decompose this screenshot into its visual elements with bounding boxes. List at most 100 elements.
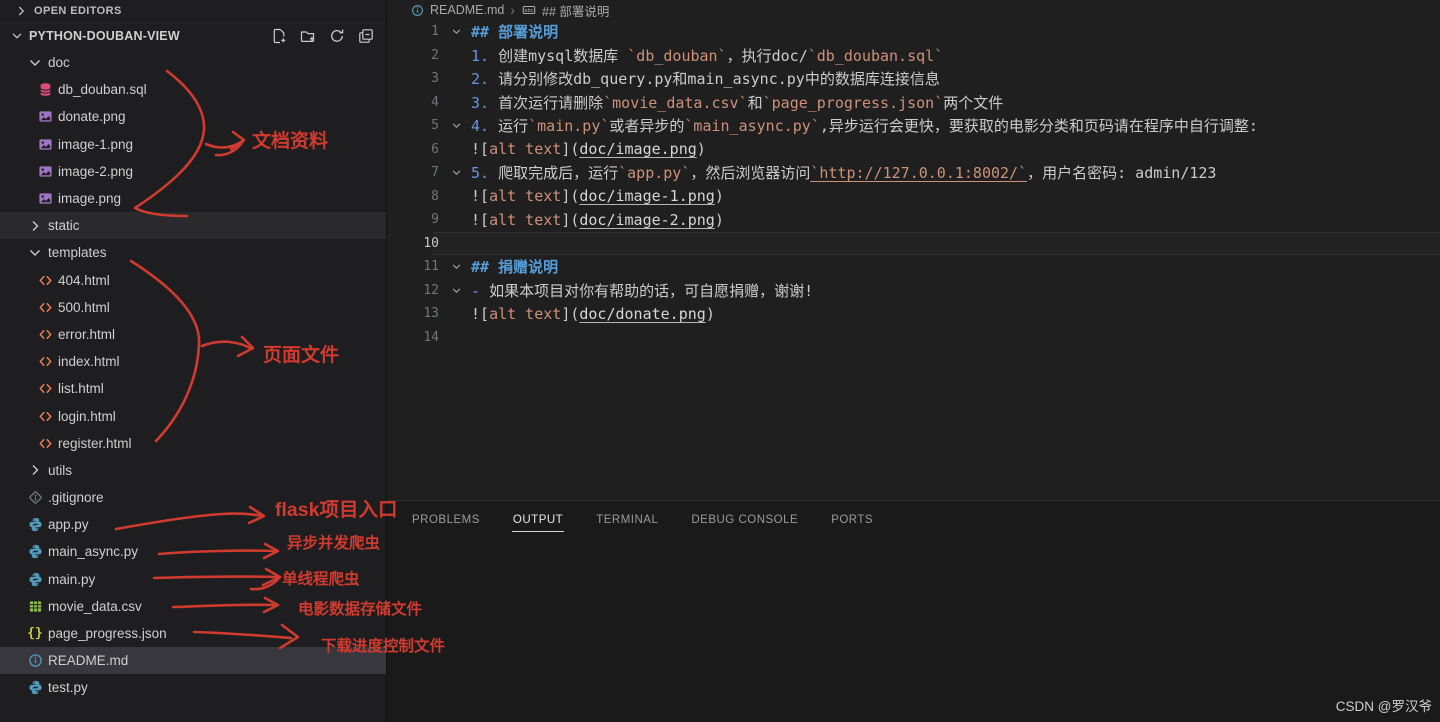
code-line-5[interactable]: 54. 运行`main.py`或者异步的`main_async.py`,异步运行… — [387, 114, 1440, 138]
python-icon — [26, 571, 44, 587]
tree-folder-templates[interactable]: templates — [0, 239, 386, 266]
tree-item-label: 404.html — [58, 273, 110, 288]
tree-item-label: image-1.png — [58, 137, 133, 152]
tree-folder-static[interactable]: static — [0, 212, 386, 239]
file-tree: doc db_douban.sql donate.png image-1.png ima… — [0, 49, 386, 702]
code-line-1[interactable]: 1## 部署说明 — [387, 20, 1440, 44]
symbol-string-icon: abc — [521, 2, 537, 18]
tree-file-register.html[interactable]: register.html — [0, 430, 386, 457]
tree-file-error.html[interactable]: error.html — [0, 321, 386, 348]
code-text: 3. 首次运行请删除`movie_data.csv`和`page_progres… — [471, 92, 1003, 113]
code-line-14[interactable]: 14 — [387, 326, 1440, 350]
fold-chevron-icon[interactable] — [449, 261, 463, 272]
tree-item-label: login.html — [58, 409, 116, 424]
tree-item-label: doc — [48, 55, 70, 70]
tree-file-image-2.png[interactable]: image-2.png — [0, 158, 386, 185]
image-icon — [36, 136, 54, 152]
info-icon — [26, 653, 44, 669]
tree-item-label: main.py — [48, 572, 95, 587]
tree-item-label: app.py — [48, 517, 89, 532]
tree-item-label: utils — [48, 463, 72, 478]
panel-tab-ports[interactable]: PORTS — [830, 509, 874, 532]
tree-file-main_async.py[interactable]: main_async.py — [0, 538, 386, 565]
chevron-down-icon — [26, 55, 44, 71]
panel-tab-output[interactable]: OUTPUT — [512, 509, 564, 532]
tree-file-main.py[interactable]: main.py — [0, 566, 386, 593]
new-file-button[interactable] — [271, 28, 287, 44]
tree-file-donate.png[interactable]: donate.png — [0, 103, 386, 130]
code-line-11[interactable]: 11## 捐赠说明 — [387, 255, 1440, 279]
tree-file-image-1.png[interactable]: image-1.png — [0, 131, 386, 158]
code-line-10[interactable]: 10 — [387, 232, 1440, 256]
chevron-right-icon — [26, 462, 44, 478]
tree-file-db_douban.sql[interactable]: db_douban.sql — [0, 76, 386, 103]
open-editors-section-header[interactable]: OPEN EDITORS — [0, 0, 386, 23]
tree-file-404.html[interactable]: 404.html — [0, 267, 386, 294]
tree-file-test.py[interactable]: test.py — [0, 674, 386, 701]
line-number: 2 — [387, 48, 439, 63]
panel-tab-debug-console[interactable]: DEBUG CONSOLE — [690, 509, 799, 532]
tree-item-label: page_progress.json — [48, 626, 167, 641]
html-icon — [36, 272, 54, 288]
tree-item-label: image-2.png — [58, 164, 133, 179]
fold-chevron-icon[interactable] — [449, 120, 463, 131]
tree-file-500.html[interactable]: 500.html — [0, 294, 386, 321]
tree-file-.gitignore[interactable]: .gitignore — [0, 484, 386, 511]
fold-chevron-icon[interactable] — [449, 26, 463, 37]
html-icon — [36, 326, 54, 342]
code-line-8[interactable]: 8![alt text](doc/image-1.png) — [387, 185, 1440, 209]
editor-lines: 1## 部署说明 2 1. 创建mysql数据库 `db_douban`，执行doc… — [387, 20, 1440, 349]
tree-file-index.html[interactable]: index.html — [0, 348, 386, 375]
tree-file-list.html[interactable]: list.html — [0, 375, 386, 402]
tree-item-label: .gitignore — [48, 490, 104, 505]
code-line-2[interactable]: 2 1. 创建mysql数据库 `db_douban`，执行doc/`db_dou… — [387, 44, 1440, 68]
code-line-9[interactable]: 9![alt text](doc/image-2.png) — [387, 208, 1440, 232]
fold-chevron-icon[interactable] — [449, 167, 463, 178]
code-text: 1. 创建mysql数据库 `db_douban`，执行doc/`db_doub… — [471, 45, 943, 66]
new-folder-button[interactable] — [300, 28, 316, 44]
python-icon — [26, 517, 44, 533]
bottom-panel: PROBLEMS OUTPUT TERMINAL DEBUG CONSOLE PORTS — [387, 500, 1440, 722]
tree-file-app.py[interactable]: app.py — [0, 511, 386, 538]
chevron-right-icon — [13, 3, 29, 19]
tree-file-README.md[interactable]: README.md — [0, 647, 386, 674]
breadcrumb-file[interactable]: README.md — [430, 3, 504, 17]
html-icon — [36, 435, 54, 451]
image-icon — [36, 109, 54, 125]
project-section-header[interactable]: PYTHON-DOUBAN-VIEW — [0, 23, 386, 49]
tree-file-page_progress.json[interactable]: {}page_progress.json — [0, 620, 386, 647]
editor[interactable]: README.md › abc ## 部署说明 1## 部署说明21. 创建my… — [387, 0, 1440, 500]
breadcrumb: README.md › abc ## 部署说明 — [387, 0, 1440, 20]
image-icon — [36, 163, 54, 179]
code-line-12[interactable]: 12- 如果本项目对你有帮助的话，可自愿捐赠，谢谢! — [387, 279, 1440, 303]
breadcrumb-symbol[interactable]: ## 部署说明 — [542, 1, 609, 20]
refresh-button[interactable] — [329, 28, 345, 44]
code-line-13[interactable]: 13![alt text](doc/donate.png) — [387, 302, 1440, 326]
tree-file-login.html[interactable]: login.html — [0, 402, 386, 429]
code-line-3[interactable]: 32. 请分别修改db_query.py和main_async.py中的数据库连… — [387, 67, 1440, 91]
panel-tab-problems[interactable]: PROBLEMS — [411, 509, 481, 532]
code-line-4[interactable]: 43. 首次运行请删除`movie_data.csv`和`page_progre… — [387, 91, 1440, 115]
code-line-6[interactable]: 6![alt text](doc/image.png) — [387, 138, 1440, 162]
image-icon — [36, 191, 54, 207]
code-line-7[interactable]: 75. 爬取完成后，运行`app.py`，然后浏览器访问`http://127.… — [387, 161, 1440, 185]
python-icon — [26, 544, 44, 560]
collapse-all-button[interactable] — [358, 28, 374, 44]
code-text: 5. 爬取完成后，运行`app.py`，然后浏览器访问`http://127.0… — [471, 162, 1216, 183]
fold-chevron-icon[interactable] — [449, 285, 463, 296]
line-number: 10 — [387, 236, 439, 251]
refresh-icon — [329, 28, 345, 44]
tree-folder-utils[interactable]: utils — [0, 457, 386, 484]
tree-item-label: templates — [48, 245, 107, 260]
panel-tab-terminal[interactable]: TERMINAL — [595, 509, 659, 532]
chevron-right-icon: › — [510, 3, 515, 17]
explorer-sidebar: OPEN EDITORS PYTHON-DOUBAN-VIEW — [0, 0, 387, 722]
code-text: ![alt text](doc/image-1.png) — [471, 187, 724, 205]
vscode-window: OPEN EDITORS PYTHON-DOUBAN-VIEW — [0, 0, 1440, 722]
tree-folder-doc[interactable]: doc — [0, 49, 386, 76]
tree-file-image.png[interactable]: image.png — [0, 185, 386, 212]
tree-file-movie_data.csv[interactable]: movie_data.csv — [0, 593, 386, 620]
tree-item-label: README.md — [48, 653, 128, 668]
line-number: 1 — [387, 24, 439, 39]
tree-item-label: donate.png — [58, 109, 126, 124]
